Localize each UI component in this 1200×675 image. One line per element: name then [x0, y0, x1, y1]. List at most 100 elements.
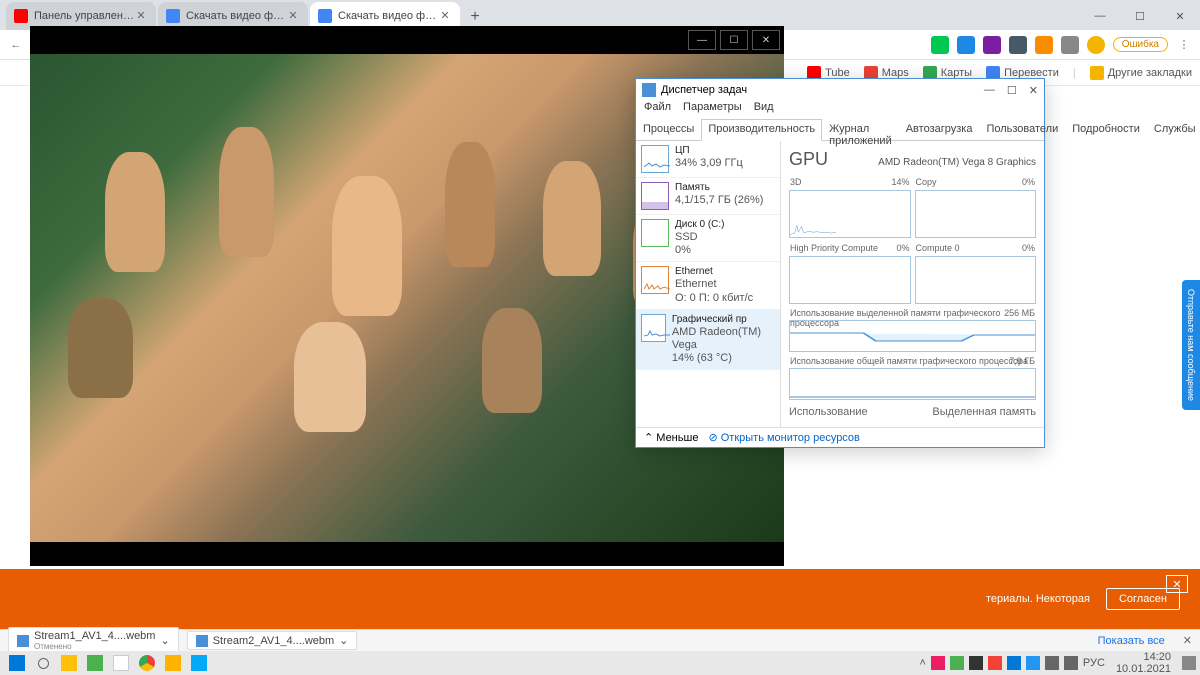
taskbar-app[interactable]	[56, 652, 82, 674]
window-title: Диспетчер задач	[661, 84, 747, 96]
close-button[interactable]: ✕	[752, 30, 780, 50]
video-bottom-bar	[30, 542, 784, 566]
chart-copy: Copy 0%	[915, 190, 1037, 238]
other-bookmarks[interactable]: Другие закладки	[1090, 66, 1192, 80]
taskbar-app[interactable]	[160, 652, 186, 674]
chevron-down-icon[interactable]: ⌄	[339, 634, 348, 647]
close-button[interactable]: ✕	[1029, 84, 1038, 97]
menu-options[interactable]: Параметры	[683, 101, 742, 119]
banner-text: териалы. Некоторая	[986, 593, 1090, 605]
ext-icon[interactable]	[1035, 36, 1053, 54]
taskmgr-sidebar: ЦП34% 3,09 ГГц Память4,1/15,7 ГБ (26%) Д…	[636, 141, 781, 427]
tab-users[interactable]: Пользователи	[979, 119, 1065, 140]
taskmgr-icon	[642, 83, 656, 97]
close-button[interactable]: ✕	[1160, 2, 1200, 30]
error-badge[interactable]: Ошибка	[1113, 37, 1168, 52]
chevron-down-icon[interactable]: ⌄	[160, 634, 169, 647]
volume-icon[interactable]	[1045, 656, 1059, 670]
sidebar-item-disk[interactable]: Диск 0 (C:)SSD0%	[636, 215, 780, 262]
tab-apphistory[interactable]: Журнал приложений	[822, 119, 899, 140]
show-all-link[interactable]: Показать все	[1098, 635, 1165, 647]
onedrive-icon[interactable]	[1007, 656, 1021, 670]
menu-file[interactable]: Файл	[644, 101, 671, 119]
start-button[interactable]	[4, 652, 30, 674]
chart-hp-compute: High Priority Compute 0%	[789, 256, 911, 304]
minimize-button[interactable]: —	[984, 84, 995, 97]
tab-performance[interactable]: Производительность	[701, 119, 822, 141]
sidebar-item-gpu[interactable]: Графический прAMD Radeon(TM) Vega14% (63…	[636, 310, 780, 371]
system-tray: ˄ РУС 14:20 10.01.2021	[919, 651, 1196, 675]
fewer-details[interactable]: ⌃ Меньше	[644, 431, 698, 444]
ext-icon[interactable]	[983, 36, 1001, 54]
downloads-bar: Stream1_AV1_4....webmОтменено ⌄ Stream2_…	[0, 629, 1200, 651]
banner-close-button[interactable]: ✕	[1166, 575, 1188, 593]
minimize-button[interactable]: —	[688, 30, 716, 50]
taskbar-app[interactable]	[186, 652, 212, 674]
chart-shared-mem: Использование общей памяти графического …	[789, 368, 1036, 400]
close-icon[interactable]: ✕	[134, 9, 148, 23]
tab-startup[interactable]: Автозагрузка	[899, 119, 980, 140]
tray-chevron-icon[interactable]: ˄	[919, 657, 925, 669]
taskmgr-menu: Файл Параметры Вид	[636, 101, 1044, 119]
close-icon[interactable]: ✕	[286, 9, 300, 23]
network-icon[interactable]	[1064, 656, 1078, 670]
back-icon[interactable]: ←	[8, 37, 24, 53]
tab-title: Скачать видео файлы закодир	[338, 10, 438, 22]
menu-view[interactable]: Вид	[754, 101, 774, 119]
puzzle-icon[interactable]	[1061, 36, 1079, 54]
sidebar-item-cpu[interactable]: ЦП34% 3,09 ГГц	[636, 141, 780, 178]
download-item[interactable]: Stream2_AV1_4....webm ⌄	[187, 631, 358, 650]
tray-icon[interactable]	[931, 656, 945, 670]
tab-processes[interactable]: Процессы	[636, 119, 701, 140]
tab-title: Панель управления каналом -	[34, 10, 134, 22]
taskmgr-titlebar[interactable]: Диспетчер задач — ☐ ✕	[636, 79, 1044, 101]
taskmgr-footer: ⌃ Меньше ⊘ Открыть монитор ресурсов	[636, 427, 1044, 447]
open-resmon-link[interactable]: ⊘ Открыть монитор ресурсов	[708, 431, 859, 444]
taskmgr-tabs: Процессы Производительность Журнал прило…	[636, 119, 1044, 141]
maximize-button[interactable]: ☐	[720, 30, 748, 50]
feedback-tab[interactable]: Отправьте нам сообщение	[1182, 280, 1200, 410]
video-titlebar[interactable]: — ☐ ✕	[30, 26, 784, 54]
youtube-icon	[14, 9, 28, 23]
tab-details[interactable]: Подробности	[1065, 119, 1147, 140]
search-icon[interactable]	[30, 652, 56, 674]
ext-icon[interactable]	[1009, 36, 1027, 54]
ext-icon[interactable]	[931, 36, 949, 54]
chart-compute0: Compute 0 0%	[915, 256, 1037, 304]
file-icon	[17, 635, 29, 647]
sidebar-item-ethernet[interactable]: EthernetEthernetО: 0 П: 0 кбит/с	[636, 262, 780, 309]
tab-title: Скачать видео файлы закодир	[186, 10, 286, 22]
sidebar-item-memory[interactable]: Память4,1/15,7 ГБ (26%)	[636, 178, 780, 215]
site-icon	[318, 9, 332, 23]
taskbar-app[interactable]	[108, 652, 134, 674]
ext-icon[interactable]	[957, 36, 975, 54]
tray-icon[interactable]	[950, 656, 964, 670]
taskbar-chrome[interactable]	[134, 652, 160, 674]
close-icon[interactable]: ✕	[1183, 634, 1192, 647]
task-manager-window: Диспетчер задач — ☐ ✕ Файл Параметры Вид…	[635, 78, 1045, 448]
download-item[interactable]: Stream1_AV1_4....webmОтменено ⌄	[8, 627, 179, 654]
bluetooth-icon[interactable]	[1026, 656, 1040, 670]
maximize-button[interactable]: ☐	[1120, 2, 1160, 30]
tab-services[interactable]: Службы	[1147, 119, 1200, 140]
close-icon[interactable]: ✕	[438, 9, 452, 23]
file-icon	[196, 635, 208, 647]
chart-3d: 3D 14%	[789, 190, 911, 238]
window-controls: — ☐ ✕	[1080, 2, 1200, 30]
avatar-icon[interactable]	[1087, 36, 1105, 54]
cookie-banner: ✕ териалы. Некоторая Согласен	[0, 569, 1200, 629]
tray-icon[interactable]	[969, 656, 983, 670]
maximize-button[interactable]: ☐	[1007, 84, 1017, 97]
footer-dedicated: Выделенная память	[932, 406, 1036, 418]
language-indicator[interactable]: РУС	[1083, 657, 1105, 669]
footer-usage: Использование	[789, 406, 868, 418]
site-icon	[166, 9, 180, 23]
tray-icon[interactable]	[988, 656, 1002, 670]
notifications-icon[interactable]	[1182, 656, 1196, 670]
clock[interactable]: 14:20 10.01.2021	[1110, 651, 1177, 675]
extension-icons: Ошибка ⋮	[931, 36, 1192, 54]
minimize-button[interactable]: —	[1080, 2, 1120, 30]
taskbar-app[interactable]	[82, 652, 108, 674]
gpu-title: GPU	[789, 149, 828, 170]
menu-icon[interactable]: ⋮	[1176, 37, 1192, 53]
